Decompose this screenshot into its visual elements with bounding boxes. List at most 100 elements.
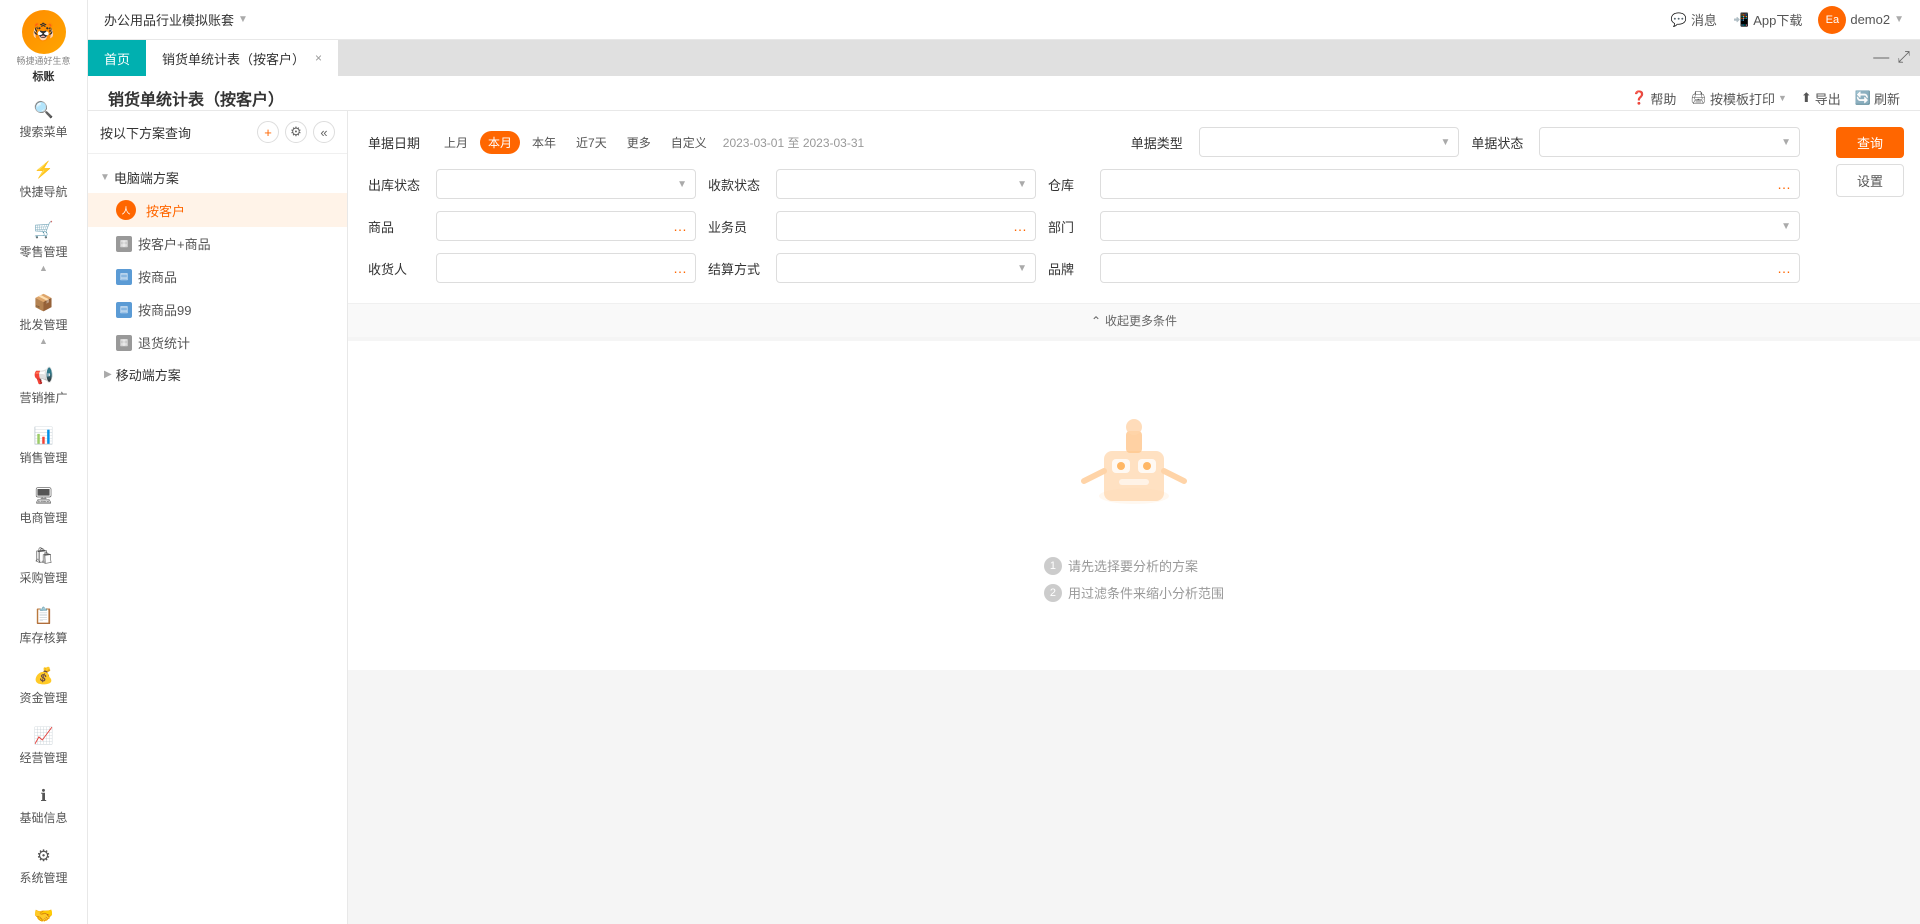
settings-scheme-button[interactable]: ⚙ xyxy=(285,121,307,143)
sidebar-label-system: 系统管理 xyxy=(19,869,67,886)
sidebar-item-basic-info[interactable]: ℹ 基础信息 xyxy=(0,776,87,836)
sidebar-label-sales: 销售管理 xyxy=(19,449,67,466)
app-title: 标账 xyxy=(33,68,55,84)
tree-item-by-goods-99[interactable]: ▤ 按商品99 xyxy=(88,293,347,326)
staff-select[interactable]: … xyxy=(776,211,1036,241)
sidebar-item-ecommerce[interactable]: 🖥 电商管理 xyxy=(0,476,87,536)
message-button[interactable]: 💬 消息 xyxy=(1671,10,1717,29)
out-status-arrow: ▼ xyxy=(677,179,687,190)
goods-select[interactable]: … xyxy=(436,211,696,241)
app-download-icon: 📲 xyxy=(1733,12,1749,28)
date-btn-this-year[interactable]: 本年 xyxy=(524,131,564,154)
warehouse-label: 仓库 xyxy=(1048,175,1088,194)
brand-dots[interactable]: … xyxy=(1777,260,1791,276)
tree-item-return-stats[interactable]: ▦ 退货统计 xyxy=(88,326,347,359)
tab-close-button[interactable]: × xyxy=(315,51,322,65)
settlement-label: 结算方式 xyxy=(708,259,764,278)
date-label: 单据日期 xyxy=(368,133,424,152)
print-label: 按模板打印 xyxy=(1710,89,1775,108)
staff-label: 业务员 xyxy=(708,217,764,236)
brand-select[interactable]: … xyxy=(1100,253,1800,283)
sidebar-item-purchase[interactable]: 🛍 采购管理 xyxy=(0,536,87,596)
query-button[interactable]: 查询 xyxy=(1836,127,1904,158)
staff-dots[interactable]: … xyxy=(1013,218,1027,234)
recipient-select[interactable]: … xyxy=(436,253,696,283)
empty-illustration xyxy=(1074,401,1194,540)
sidebar-label-wholesale: 批发管理 xyxy=(19,316,67,333)
topbar: 办公用品行业模拟账套 ▼ 💬 消息 📲 App下载 Ea demo2 ▼ xyxy=(88,0,1920,40)
tab-home-label: 首页 xyxy=(104,49,130,68)
tree-item-customer-goods[interactable]: ▦ 按客户+商品 xyxy=(88,227,347,260)
department-arrow: ▼ xyxy=(1781,221,1791,232)
user-dropdown-arrow: ▼ xyxy=(1894,14,1904,25)
tab-home[interactable]: 首页 xyxy=(88,40,146,76)
sidebar-item-system[interactable]: ⚙ 系统管理 xyxy=(0,836,87,896)
sidebar-item-sales[interactable]: 📊 销售管理 xyxy=(0,416,87,476)
type-select[interactable]: ▼ xyxy=(1199,127,1460,157)
empty-tips: 1 请先选择要分析的方案 2 用过滤条件来缩小分析范围 xyxy=(1044,556,1224,610)
recipient-dots[interactable]: … xyxy=(673,260,687,276)
date-btn-this-month[interactable]: 本月 xyxy=(480,131,520,154)
tab-minimize-button[interactable]: — xyxy=(1871,47,1891,69)
date-btn-last-month[interactable]: 上月 xyxy=(436,131,476,154)
filter-buttons: 查询 设置 xyxy=(1820,111,1920,303)
date-btn-7days[interactable]: 近7天 xyxy=(568,131,615,154)
tree-item-return-label: 退货统计 xyxy=(138,333,190,352)
reset-button[interactable]: 设置 xyxy=(1836,164,1904,197)
warehouse-select[interactable]: … xyxy=(1100,169,1800,199)
collapse-panel-button[interactable]: « xyxy=(313,121,335,143)
status-select[interactable]: ▼ xyxy=(1539,127,1800,157)
desktop-group-header[interactable]: ▼ 电脑端方案 xyxy=(88,162,347,193)
tab-sales-stats[interactable]: 销货单统计表（按客户） × xyxy=(146,40,338,76)
user-profile[interactable]: Ea demo2 ▼ xyxy=(1818,6,1904,34)
filter-row-4: 收货人 … 结算方式 ▼ 品牌 xyxy=(368,253,1800,283)
tree-item-by-goods[interactable]: ▤ 按商品 xyxy=(88,260,347,293)
department-select[interactable]: ▼ xyxy=(1100,211,1800,241)
tree-section: ▼ 电脑端方案 人 按客户 ▦ 按客户+商品 ▤ 按商品 ▤ 按商品 xyxy=(88,154,347,398)
date-btn-custom[interactable]: 自定义 xyxy=(663,131,715,154)
customer-active-icon: 人 xyxy=(116,200,136,220)
sidebar-item-operations[interactable]: 📈 经营管理 xyxy=(0,716,87,776)
refresh-button[interactable]: 🔄 刷新 xyxy=(1855,89,1900,108)
sidebar-label-inventory: 库存核算 xyxy=(19,629,67,646)
warehouse-dots[interactable]: … xyxy=(1777,176,1791,192)
table-icon-goods: ▤ xyxy=(116,269,132,285)
mobile-group-header[interactable]: ▶ 移动端方案 xyxy=(88,359,347,390)
tab-maximize-button[interactable]: ⤢ xyxy=(1895,47,1912,69)
goods-dots[interactable]: … xyxy=(673,218,687,234)
sidebar: 🐯 畅捷通好生意 标账 🔍 搜索菜单 ⚡ 快捷导航 🛒 零售管理 ▲ 📦 批发管… xyxy=(0,0,88,924)
out-status-select[interactable]: ▼ xyxy=(436,169,696,199)
help-button[interactable]: ❓ 帮助 xyxy=(1631,89,1676,108)
export-button[interactable]: ⬆ 导出 xyxy=(1801,89,1841,108)
sidebar-label-ecommerce: 电商管理 xyxy=(19,509,67,526)
logo-icon: 🐯 xyxy=(22,10,66,54)
sidebar-item-search[interactable]: 🔍 搜索菜单 xyxy=(0,90,87,150)
print-button[interactable]: 🖨 按模板打印 ▼ xyxy=(1690,89,1786,108)
collect-status-select[interactable]: ▼ xyxy=(776,169,1036,199)
bar-chart-icon: ▦ xyxy=(116,236,132,252)
app-download-button[interactable]: 📲 App下载 xyxy=(1733,10,1802,29)
operations-icon: 📈 xyxy=(34,726,54,746)
collapse-arrow: ⌃ xyxy=(1091,314,1101,328)
sidebar-item-wholesale[interactable]: 📦 批发管理 ▲ xyxy=(0,283,87,356)
table-icon-goods-99: ▤ xyxy=(116,302,132,318)
sidebar-item-retail[interactable]: 🛒 零售管理 ▲ xyxy=(0,210,87,283)
collapse-bar[interactable]: ⌃ 收起更多条件 xyxy=(348,303,1920,337)
left-panel-icons: + ⚙ « xyxy=(257,121,335,143)
settlement-arrow: ▼ xyxy=(1017,263,1027,274)
tree-item-by-customer[interactable]: 人 按客户 xyxy=(88,193,347,227)
date-filter: 上月 本月 本年 近7天 更多 自定义 2023-03-01 至 2023-03… xyxy=(436,131,864,154)
add-scheme-button[interactable]: + xyxy=(257,121,279,143)
sidebar-item-quick-nav[interactable]: ⚡ 快捷导航 xyxy=(0,150,87,210)
sales-icon: 📊 xyxy=(34,426,54,446)
refresh-icon: 🔄 xyxy=(1855,90,1871,106)
sidebar-item-inventory[interactable]: 📋 库存核算 xyxy=(0,596,87,656)
date-btn-more[interactable]: 更多 xyxy=(619,131,659,154)
department-label: 部门 xyxy=(1048,217,1088,236)
recipient-label: 收货人 xyxy=(368,259,424,278)
company-dropdown[interactable]: 办公用品行业模拟账套 ▼ xyxy=(104,10,248,29)
sidebar-item-enterprise[interactable]: 🤝 企业协同 xyxy=(0,896,87,924)
sidebar-item-marketing[interactable]: 📢 营销推广 xyxy=(0,356,87,416)
sidebar-item-finance[interactable]: 💰 资金管理 xyxy=(0,656,87,716)
settlement-select[interactable]: ▼ xyxy=(776,253,1036,283)
